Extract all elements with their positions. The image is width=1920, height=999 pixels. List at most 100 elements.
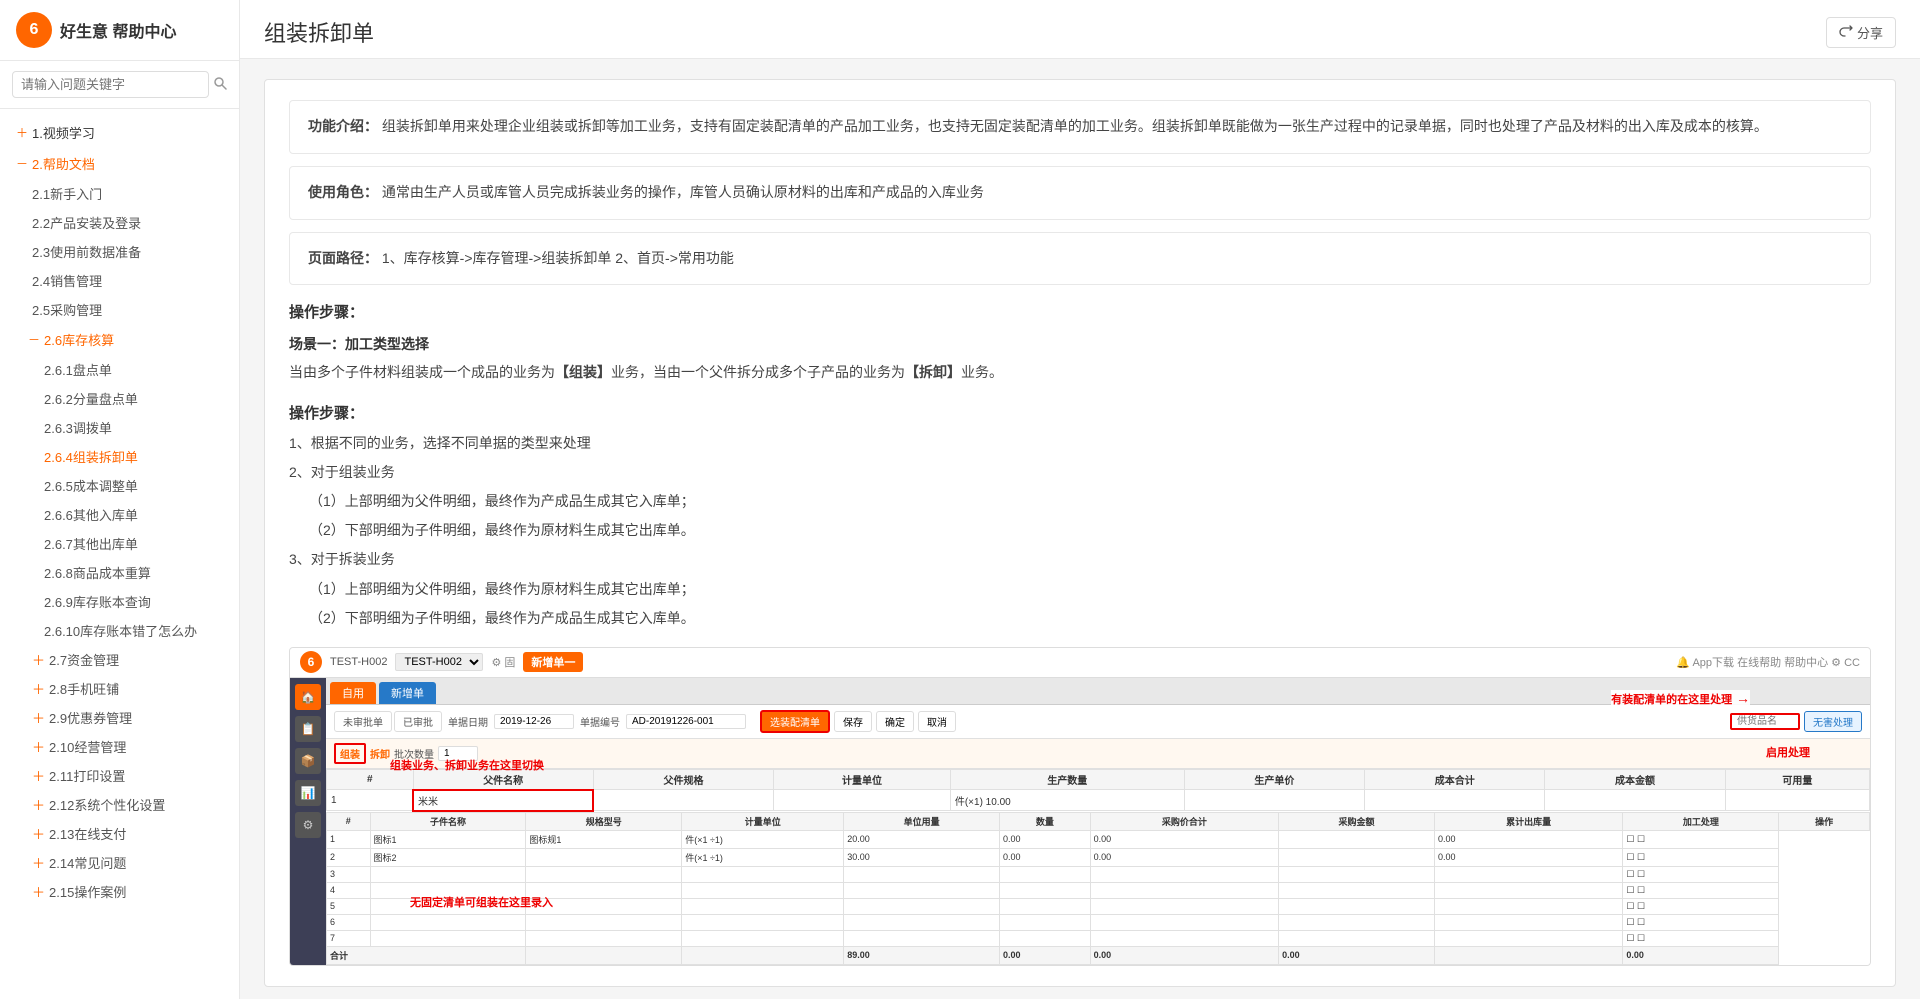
ss-row1-num: 1 xyxy=(327,790,414,811)
sidebar-item-stock-count[interactable]: 2.6.1盘点单 xyxy=(0,355,239,384)
ss-disassembly-type[interactable]: 拆卸 xyxy=(370,746,390,761)
sidebar-item-video[interactable]: ＋ 1.视频学习 xyxy=(0,117,239,148)
ss-br2-qty: 0.00 xyxy=(1000,848,1091,866)
ss-br3-name xyxy=(370,866,526,882)
sidebar-item-ops[interactable]: ＋ 2.10经营管理 xyxy=(0,732,239,761)
search-button[interactable] xyxy=(213,76,227,93)
ss-sidebar-icon4[interactable]: ⚙ xyxy=(295,812,321,838)
ss-br3-usage xyxy=(844,866,1000,882)
sidebar: 6 好生意 帮助中心 ＋ 1.视频学习 － 2.帮助文档 2.1新手入门 2.2… xyxy=(0,0,240,999)
step2-sub1: （1）上部明细为父件明细，最终作为产成品生成其它入库单； xyxy=(289,489,1871,514)
use-role-label: 使用角色： xyxy=(308,184,378,200)
ss-row1-prod-qty: 件(×1) 10.00 xyxy=(950,790,1184,811)
ss-order-label: 单据编号 xyxy=(580,714,620,729)
share-button[interactable]: 分享 xyxy=(1826,17,1896,48)
ss-top-right-icons: 🔔 App下载 在线帮助 帮助中心 ⚙ CC xyxy=(1676,654,1860,670)
search-box xyxy=(0,61,239,109)
sidebar-item-new-user[interactable]: 2.1新手入门 xyxy=(0,179,239,208)
ss-br6-num: 6 xyxy=(327,914,371,930)
ss-br3-spec xyxy=(526,866,682,882)
sidebar-item-other-out[interactable]: 2.6.7其他出库单 xyxy=(0,529,239,558)
ss-title: TEST-H002 xyxy=(330,656,387,668)
ops-steps-label: 操作步骤： xyxy=(289,402,1871,423)
sidebar-item-mobile[interactable]: ＋ 2.8手机旺铺 xyxy=(0,674,239,703)
sidebar-item-cost-adjust[interactable]: 2.6.5成本调整单 xyxy=(0,471,239,500)
ss-bth-cum-out: 累计出库量 xyxy=(1434,812,1622,830)
ss-assembly-type[interactable]: 组装 xyxy=(334,743,366,764)
search-input[interactable] xyxy=(12,71,209,98)
ss-confirm-btn[interactable]: 确定 xyxy=(876,711,914,732)
sidebar-item-data-prep[interactable]: 2.3使用前数据准备 xyxy=(0,237,239,266)
ss-th-available: 可用量 xyxy=(1725,769,1869,790)
ss-cancel-btn[interactable]: 取消 xyxy=(918,711,956,732)
ss-bth-processing: 加工处理 xyxy=(1623,812,1779,830)
ss-br5-processing: ☐ ☐ xyxy=(1623,898,1779,914)
sidebar-item-partial-count[interactable]: 2.6.2分量盘点单 xyxy=(0,384,239,413)
sidebar-item-stock-query[interactable]: 2.6.9库存账本查询 xyxy=(0,587,239,616)
sidebar-item-other-in[interactable]: 2.6.6其他入库单 xyxy=(0,500,239,529)
sidebar-item-help-docs[interactable]: － 2.帮助文档 xyxy=(0,148,239,179)
ss-form-tab2[interactable]: 已审批 xyxy=(394,711,442,732)
ss-order-input[interactable] xyxy=(626,714,746,729)
step3-sub1: （1）上部明细为父件明细，最终作为原材料生成其它出库单； xyxy=(289,577,1871,602)
ss-br1-usage: 20.00 xyxy=(844,830,1000,848)
ss-form-tab1[interactable]: 未审批单 xyxy=(334,711,392,732)
ss-bth-qty: 数量 xyxy=(1000,812,1091,830)
sidebar-header: 6 好生意 帮助中心 xyxy=(0,0,239,61)
sidebar-item-account-error[interactable]: 2.6.10库存账本错了怎么办 xyxy=(0,616,239,645)
ss-row1-available xyxy=(1725,790,1869,811)
ss-row1-spec xyxy=(593,790,773,811)
step2: 2、对于组装业务 xyxy=(289,460,1871,485)
ss-bth-unit-usage: 单位用量 xyxy=(844,812,1000,830)
ss-br2-unit: 件(×1 ÷1) xyxy=(682,848,844,866)
ss-tab-new[interactable]: 新增单 xyxy=(379,682,436,704)
sidebar-item-sales-mgmt[interactable]: 2.4销售管理 xyxy=(0,266,239,295)
sidebar-item-cost-calc[interactable]: 2.6.8商品成本重算 xyxy=(0,558,239,587)
sidebar-item-purchase-mgmt[interactable]: 2.5采购管理 xyxy=(0,295,239,324)
ss-left-sidebar: 🏠 📋 📦 📊 ⚙ xyxy=(290,678,326,965)
ss-br4-processing: ☐ ☐ xyxy=(1623,882,1779,898)
ss-bth-spec: 规格型号 xyxy=(526,812,682,830)
page-path-text: 1、库存核算->库存管理->组装拆卸单 2、首页->常用功能 xyxy=(382,250,734,266)
sidebar-item-print[interactable]: ＋ 2.11打印设置 xyxy=(0,761,239,790)
ss-sidebar-icon2[interactable]: 📦 xyxy=(295,748,321,774)
ss-sidebar-icon1[interactable]: 📋 xyxy=(295,716,321,742)
ss-enable-input[interactable] xyxy=(1730,713,1800,730)
ss-top-orange-btn[interactable]: 新增单一 xyxy=(523,652,583,672)
sidebar-item-coupon[interactable]: ＋ 2.9优惠券管理 xyxy=(0,703,239,732)
ss-sidebar-home[interactable]: 🏠 xyxy=(295,684,321,710)
ss-row1-cost-total xyxy=(1365,790,1545,811)
ss-br3-unit xyxy=(682,866,844,882)
ss-th-unit-cost: 生产单价 xyxy=(1184,769,1364,790)
ss-bom-select-btn[interactable]: 选装配清单 xyxy=(760,710,830,733)
ss-date-input[interactable] xyxy=(494,714,574,729)
ss-enable-btn[interactable]: 无害处理 xyxy=(1804,711,1862,732)
ss-form-tabs: 未审批单 已审批 xyxy=(334,711,442,732)
sidebar-item-inventory[interactable]: － 2.6库存核算 xyxy=(0,324,239,355)
share-icon xyxy=(1839,25,1853,39)
logo-icon: 6 xyxy=(16,12,52,48)
feature-intro-text: 组装拆卸单用来处理企业组装或拆卸等加工业务，支持有固定装配清单的产品加工业务，也… xyxy=(382,118,1768,134)
ss-bth-ops: 操作 xyxy=(1779,812,1870,830)
ss-sidebar-icon3[interactable]: 📊 xyxy=(295,780,321,806)
sidebar-item-finance[interactable]: ＋ 2.7资金管理 xyxy=(0,645,239,674)
sidebar-item-assembly[interactable]: 2.6.4组装拆卸单 xyxy=(0,442,239,471)
sidebar-item-custom[interactable]: ＋ 2.12系统个性化设置 xyxy=(0,790,239,819)
ss-save-btn[interactable]: 保存 xyxy=(834,711,872,732)
ss-row1-unit xyxy=(774,790,951,811)
ss-br1-name: 图标1 xyxy=(370,830,526,848)
ss-br2-processing: ☐ ☐ xyxy=(1623,848,1779,866)
ss-br2-spec xyxy=(526,848,682,866)
sidebar-item-cases[interactable]: ＋ 2.15操作案例 xyxy=(0,877,239,906)
ss-total-available xyxy=(1434,946,1622,964)
sidebar-item-payment[interactable]: ＋ 2.13在线支付 xyxy=(0,819,239,848)
ss-app-logo: 6 xyxy=(300,651,322,673)
ss-total-label: 合计 xyxy=(327,946,526,964)
ss-select[interactable]: TEST-H002 xyxy=(395,653,483,671)
ss-tab-self[interactable]: 自用 xyxy=(330,682,376,704)
ss-br4-num: 4 xyxy=(327,882,371,898)
sidebar-item-install[interactable]: 2.2产品安装及登录 xyxy=(0,208,239,237)
sidebar-item-adjust[interactable]: 2.6.3调拨单 xyxy=(0,413,239,442)
sidebar-item-faq[interactable]: ＋ 2.14常见问题 xyxy=(0,848,239,877)
ops-steps-title: 操作步骤： xyxy=(289,301,1871,322)
